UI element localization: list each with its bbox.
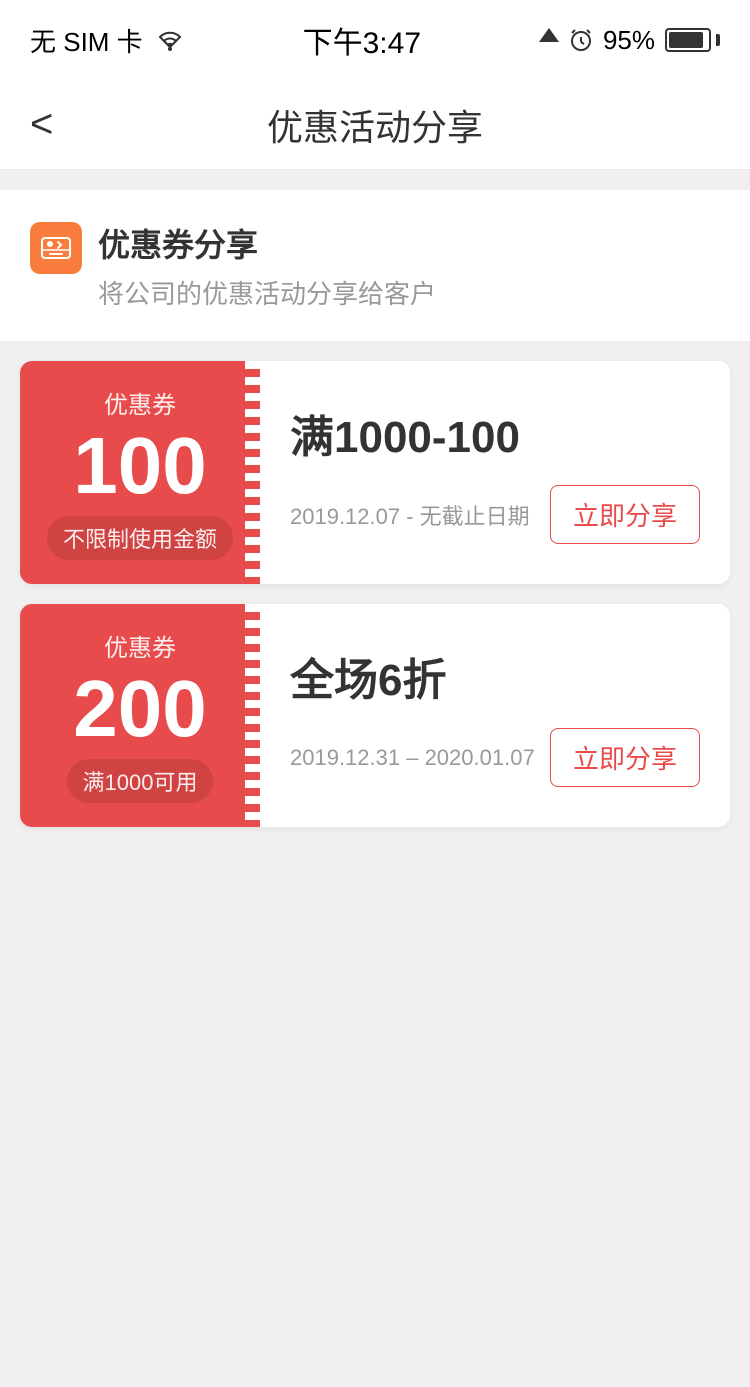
coupon-condition-1: 不限制使用金额 (47, 516, 233, 560)
section-header: 优惠券分享 将公司的优惠活动分享给客户 (0, 190, 750, 341)
section-subtitle: 将公司的优惠活动分享给客户 (98, 274, 436, 311)
coupon-condition-2: 满1000可用 (67, 759, 214, 803)
status-left: 无 SIM 卡 (30, 22, 185, 59)
carrier-text: 无 SIM 卡 (30, 22, 143, 59)
coupon-card-2: 优惠券 200 满1000可用 全场6折 2019.12.31 – 2020.0… (20, 604, 730, 827)
location-icon (539, 28, 559, 52)
coupon-left-1: 优惠券 100 不限制使用金额 (20, 361, 260, 584)
coupon-list: 优惠券 100 不限制使用金额 满1000-100 2019.12.07 - 无… (0, 341, 750, 827)
alarm-icon (569, 28, 593, 52)
coupon-meta-1: 2019.12.07 - 无截止日期 立即分享 (290, 485, 700, 544)
coupon-right-2: 全场6折 2019.12.31 – 2020.01.07 立即分享 (260, 604, 730, 827)
back-button[interactable]: < (30, 102, 53, 147)
coupon-right-1: 满1000-100 2019.12.07 - 无截止日期 立即分享 (260, 361, 730, 584)
coupon-card-1: 优惠券 100 不限制使用金额 满1000-100 2019.12.07 - 无… (20, 361, 730, 584)
coupon-type-2: 优惠券 (104, 628, 176, 663)
battery-percentage: 95% (603, 25, 655, 56)
page-title: 优惠活动分享 (267, 99, 483, 151)
empty-area (0, 827, 750, 1387)
coupon-date-2: 2019.12.31 – 2020.01.07 (290, 745, 535, 771)
coupon-name-2: 全场6折 (290, 644, 700, 708)
wifi-icon (155, 29, 185, 51)
share-button-2[interactable]: 立即分享 (550, 728, 700, 787)
section-icon (30, 222, 82, 274)
coupon-amount-1: 100 (73, 426, 206, 506)
battery-icon (665, 28, 720, 52)
status-time: 下午3:47 (303, 18, 421, 62)
coupon-date-1: 2019.12.07 - 无截止日期 (290, 499, 530, 531)
coupon-type-1: 优惠券 (104, 385, 176, 420)
section-title: 优惠券分享 (98, 220, 436, 266)
coupon-amount-2: 200 (73, 669, 206, 749)
share-button-1[interactable]: 立即分享 (550, 485, 700, 544)
section-text: 优惠券分享 将公司的优惠活动分享给客户 (98, 220, 436, 311)
nav-bar: < 优惠活动分享 (0, 80, 750, 170)
coupon-name-1: 满1000-100 (290, 401, 700, 465)
coupon-meta-2: 2019.12.31 – 2020.01.07 立即分享 (290, 728, 700, 787)
coupon-left-2: 优惠券 200 满1000可用 (20, 604, 260, 827)
top-divider (0, 170, 750, 190)
status-bar: 无 SIM 卡 下午3:47 95% (0, 0, 750, 80)
status-right: 95% (539, 25, 720, 56)
